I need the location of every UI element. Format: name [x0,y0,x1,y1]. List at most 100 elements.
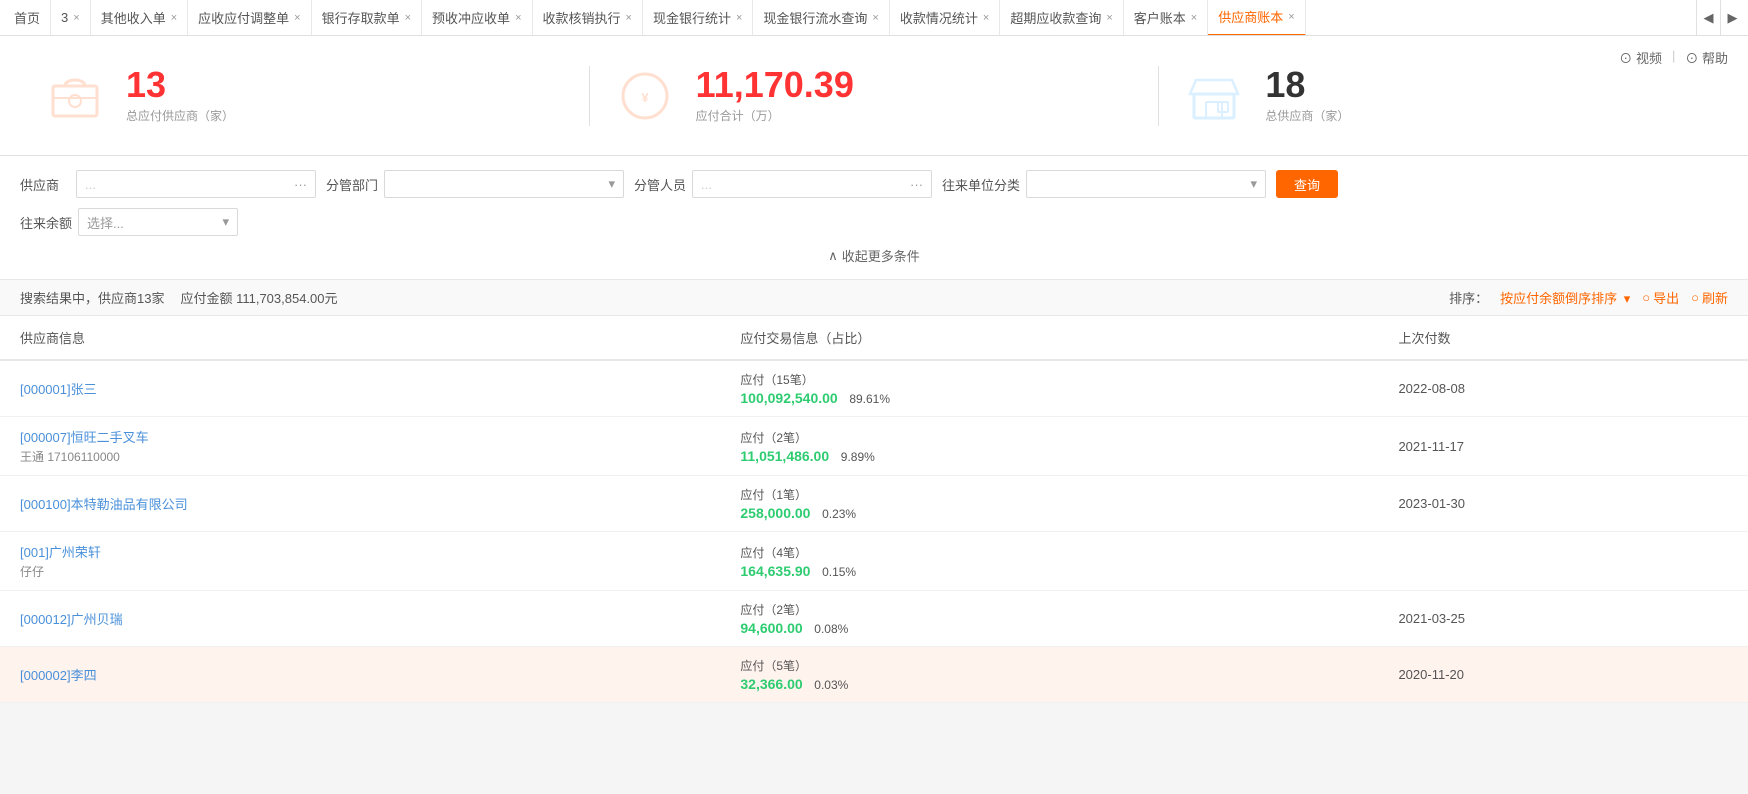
supplier-filter-label: 供应商 [20,175,70,194]
tx-label: 应付（2笔） [740,601,1358,618]
supplier-cell: [000001]张三 [0,360,720,417]
amount-value[interactable]: 100,092,540.00 [740,390,837,406]
video-link[interactable]: ⊙ 视频 [1619,48,1662,67]
table-row: [000012]广州贝瑞 应付（2笔） 94,600.00 0.08%2021-0… [0,591,1748,647]
table-header: 供应商信息 应付交易信息（占比） 上次付数 [0,316,1748,360]
table-body: [000001]张三应付（15笔） 100,092,540.00 89.61%2… [0,360,1748,703]
nav-tab-collection-exec[interactable]: 收款核销执行 × [533,0,643,36]
sort-select[interactable]: 按应付余额倒序排序 ▾ [1500,288,1630,307]
nav-tab-bank-deposit[interactable]: 银行存取款单 × [312,0,422,36]
export-icon: ○ [1642,290,1650,305]
nav-tab-home[interactable]: 首页 [4,0,51,36]
payable-icon: ¥ [610,61,680,131]
last-payment-cell: 2021-11-17 [1378,417,1748,476]
supplier-input[interactable]: ... ··· [76,170,316,198]
close-icon[interactable]: × [1191,12,1197,24]
col-header-tx: 应付交易信息（占比） [720,316,1378,360]
nav-tab-other-income[interactable]: 其他收入单 × [91,0,188,36]
close-icon[interactable]: × [626,12,632,24]
last-payment-date: 2023-01-30 [1398,496,1465,511]
supplier-table: 供应商信息 应付交易信息（占比） 上次付数 [000001]张三应付（15笔） … [0,316,1748,703]
amount-value[interactable]: 32,366.00 [740,676,802,692]
summary-item-payable-total: ¥ 11,170.39 应付合计（万） [590,41,1159,151]
transaction-cell: 应付（2笔） 94,600.00 0.08% [720,591,1378,647]
chevron-up-icon: ∧ [828,248,838,264]
top-navigation: 首页 3 × 其他收入单 × 应收应付调整单 × 银行存取款单 × 预收冲应收单… [0,0,1748,36]
nav-tab-customer-book[interactable]: 客户账本 × [1124,0,1208,36]
close-icon[interactable]: × [171,12,177,24]
supplier-cell: [000007]恒旺二手叉车王通 17106110000 [0,417,720,476]
supplier-cell: [000012]广州贝瑞 [0,591,720,647]
chevron-down-icon: ▾ [1624,291,1631,306]
supplier-cell: [000002]李四 [0,647,720,703]
nav-tab-ar-ap-adjust[interactable]: 应收应付调整单 × [188,0,311,36]
refresh-button[interactable]: ○ 刷新 [1691,288,1728,307]
close-icon[interactable]: × [872,12,878,24]
nav-next-arrow[interactable]: ▶ [1720,0,1744,36]
amount-value[interactable]: 258,000.00 [740,505,810,521]
supplier-link[interactable]: [000012]广州贝瑞 [20,612,123,627]
nav-tab-collection-stat[interactable]: 收款情况统计 × [890,0,1000,36]
nav-prev-arrow[interactable]: ◀ [1696,0,1720,36]
tx-label: 应付（1笔） [740,486,1358,503]
supplier-sub: 仔仔 [20,563,700,580]
summary-bar: 13 总应付供应商（家） ¥ 11,170.39 应付合计（万） [0,36,1748,156]
person-filter-label: 分管人员 [634,175,686,194]
nav-tab-cash-bank-query[interactable]: 现金银行流水查询 × [753,0,889,36]
tx-label: 应付（5笔） [740,657,1358,674]
payable-total-label: 应付合计（万） [696,107,854,124]
video-icon: ⊙ [1619,51,1632,66]
nav-tab-supplier-book[interactable]: 供应商账本 × [1208,0,1305,36]
balance-select[interactable]: 选择... ▾ [78,208,238,236]
category-select[interactable]: ▾ [1026,170,1266,198]
close-icon[interactable]: × [736,12,742,24]
last-payment-date: 2022-08-08 [1398,381,1465,396]
supplier-link[interactable]: [000007]恒旺二手叉车 [20,430,149,445]
supplier-link[interactable]: [000001]张三 [20,382,97,397]
close-icon[interactable]: × [73,12,79,24]
close-icon[interactable]: × [983,12,989,24]
person-input[interactable]: ... ··· [692,170,932,198]
close-icon[interactable]: × [1106,12,1112,24]
amount-value[interactable]: 164,635.90 [740,563,810,579]
chevron-down-icon: ▾ [608,176,615,192]
table-row: [000100]本特勒油品有限公司应付（1笔） 258,000.00 0.23%… [0,476,1748,532]
supplier-link[interactable]: [000100]本特勒油品有限公司 [20,497,188,512]
data-table-container: 供应商信息 应付交易信息（占比） 上次付数 [000001]张三应付（15笔） … [0,316,1748,703]
col-header-last-payment: 上次付数 [1378,316,1748,360]
amount-value[interactable]: 11,051,486.00 [740,448,829,464]
nav-tab-cash-bank-stat[interactable]: 现金银行统计 × [643,0,753,36]
filter-category: 往来单位分类 ▾ [942,170,1266,198]
query-button[interactable]: 查询 [1276,170,1338,198]
supplier-link[interactable]: [001]广州荣轩 [20,545,101,560]
last-payment-cell: 2021-03-25 [1378,591,1748,647]
sort-prefix: 排序： [1449,288,1488,307]
supplier-cell: [000100]本特勒油品有限公司 [0,476,720,532]
svg-text:¥: ¥ [641,90,649,105]
dept-filter-label: 分管部门 [326,175,378,194]
col-header-supplier: 供应商信息 [0,316,720,360]
collapse-button[interactable]: ∧ 收起更多条件 [828,246,920,265]
close-icon[interactable]: × [515,12,521,24]
close-icon[interactable]: × [1288,11,1294,23]
filter-row-1: 供应商 ... ··· 分管部门 ▾ 分管人员 ... ··· 往来单位分类 [20,170,1728,198]
nav-tab-pre-collect[interactable]: 预收冲应收单 × [422,0,532,36]
percent-value: 9.89% [841,450,875,464]
result-count-text: 搜索结果中，供应商13家 [20,288,164,307]
filter-area: 供应商 ... ··· 分管部门 ▾ 分管人员 ... ··· 往来单位分类 [0,156,1748,280]
nav-tab-overdue-query[interactable]: 超期应收款查询 × [1000,0,1123,36]
last-payment-date: 2020-11-20 [1398,667,1464,682]
percent-value: 0.03% [814,678,848,692]
amount-value[interactable]: 94,600.00 [740,620,802,636]
export-button[interactable]: ○ 导出 [1642,288,1679,307]
nav-tab-3[interactable]: 3 × [51,0,91,36]
close-icon[interactable]: × [405,12,411,24]
top-right-links: ⊙ 视频 | ⊙ 帮助 [1619,48,1728,67]
close-icon[interactable]: × [294,12,300,24]
supplier-link[interactable]: [000002]李四 [20,668,97,683]
help-link[interactable]: ⊙ 帮助 [1685,48,1728,67]
dept-select[interactable]: ▾ [384,170,624,198]
total-suppliers-label: 总供应商（家） [1265,107,1349,124]
store-icon [1179,61,1249,131]
percent-value: 0.15% [822,565,856,579]
